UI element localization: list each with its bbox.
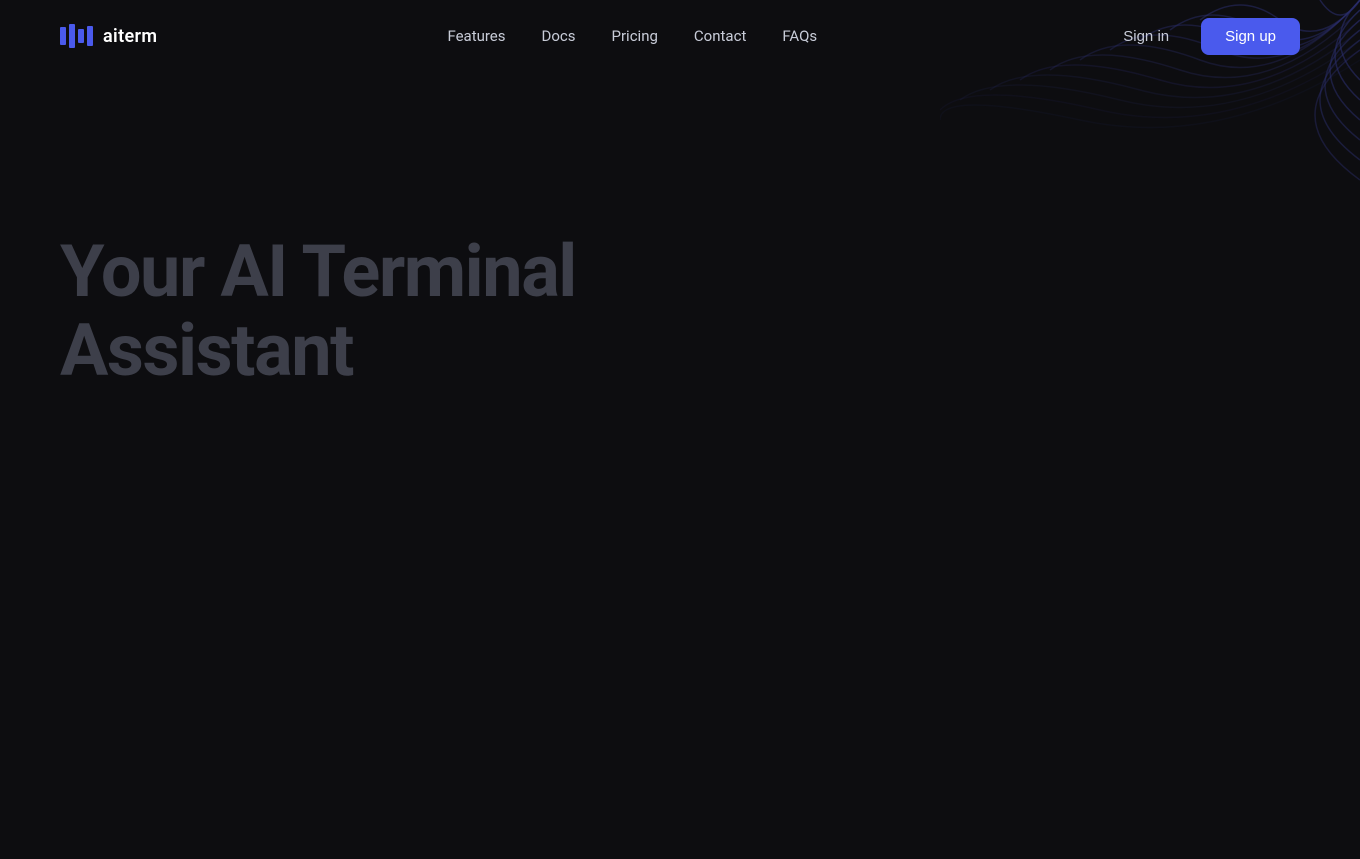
logo-icon	[60, 24, 93, 48]
nav-right: Sign in Sign up	[1107, 18, 1300, 55]
logo-bar-2	[69, 24, 75, 48]
nav-center: Features Docs Pricing Contact FAQs	[447, 27, 817, 45]
hero-title-line2: Assistant	[60, 308, 353, 393]
logo-bar-4	[87, 26, 93, 46]
nav-link-faqs[interactable]: FAQs	[782, 27, 817, 45]
nav-link-docs[interactable]: Docs	[542, 27, 576, 45]
nav-link-contact[interactable]: Contact	[694, 27, 746, 45]
signin-button[interactable]: Sign in	[1107, 20, 1185, 53]
logo-bar-1	[60, 27, 66, 45]
logo[interactable]: aiterm	[60, 24, 157, 48]
nav-link-pricing[interactable]: Pricing	[612, 27, 658, 45]
hero-section: Your AI Terminal Assistant	[0, 72, 1360, 390]
nav-link-features[interactable]: Features	[447, 27, 505, 45]
signup-button[interactable]: Sign up	[1201, 18, 1300, 55]
navbar: aiterm Features Docs Pricing Contact FAQ…	[0, 0, 1360, 72]
nav-left: aiterm	[60, 24, 157, 48]
logo-text: aiterm	[103, 26, 157, 47]
logo-bar-3	[78, 29, 84, 43]
hero-title-line1: Your AI Terminal	[60, 229, 576, 314]
hero-title: Your AI Terminal Assistant	[60, 232, 660, 390]
